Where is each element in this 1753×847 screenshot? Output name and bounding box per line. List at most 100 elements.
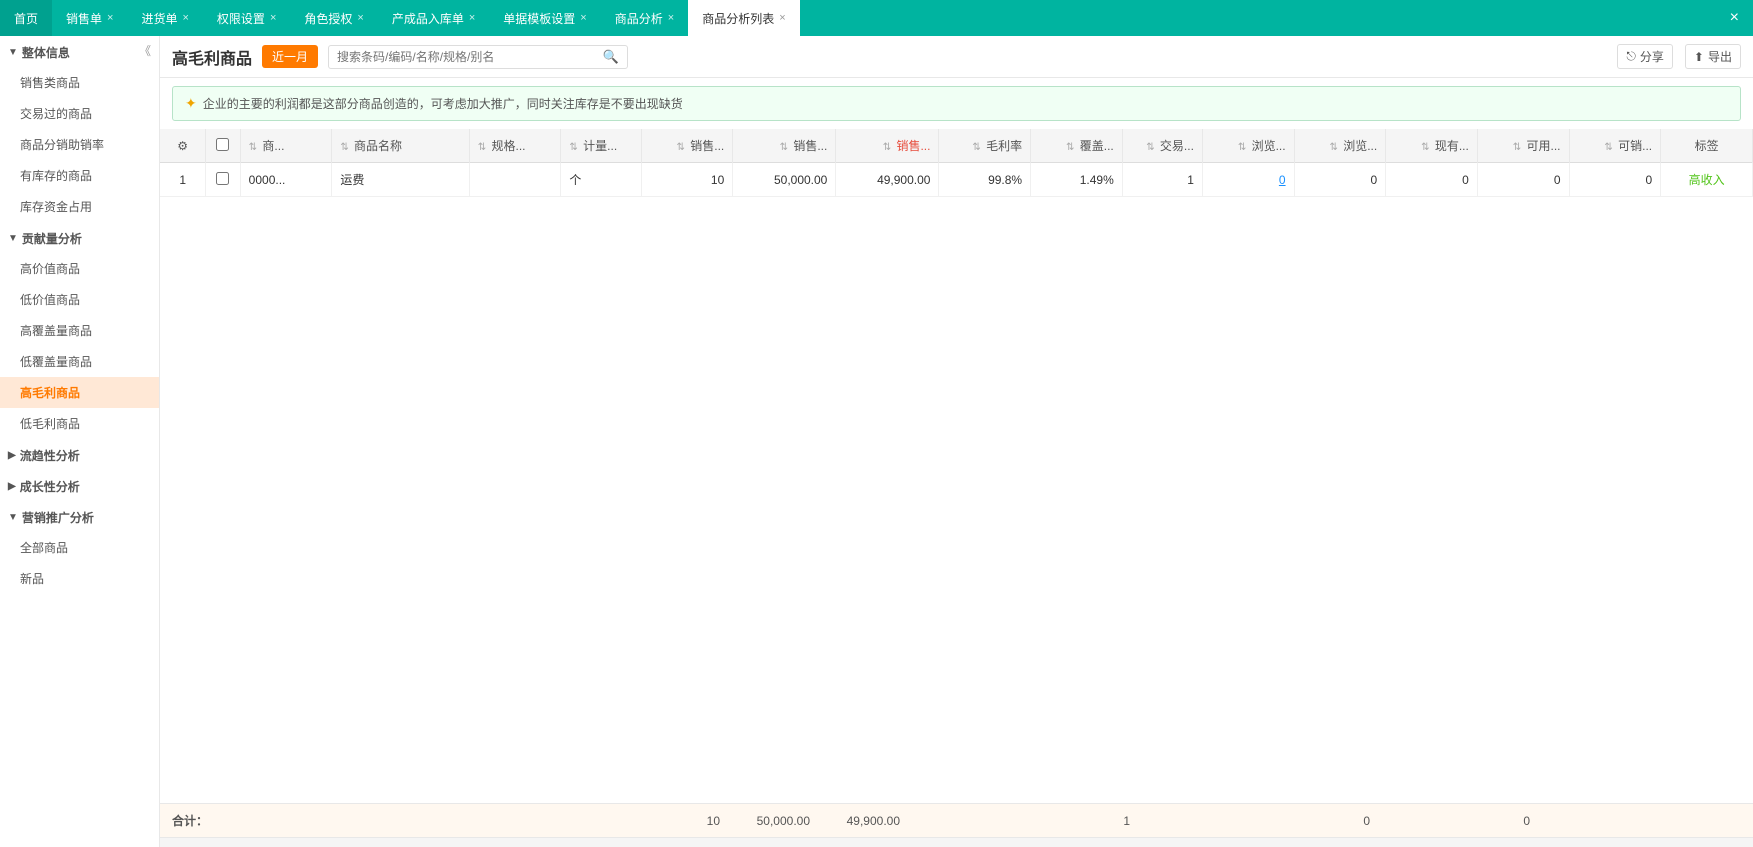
sidebar-item-in-stock[interactable]: 有库存的商品 xyxy=(0,160,159,191)
sort-icon-2[interactable]: ⇅ xyxy=(340,142,348,153)
sidebar-item-high-coverage[interactable]: 高覆盖量商品 xyxy=(0,315,159,346)
share-button[interactable]: ⎋ 分享 xyxy=(1617,44,1673,69)
sidebar-item-low-value[interactable]: 低价值商品 xyxy=(0,284,159,315)
sidebar-group-contribution[interactable]: ▼ 贡献量分析 xyxy=(0,222,159,253)
sidebar-item-distribution-rate[interactable]: 商品分销助销率 xyxy=(0,129,159,160)
time-filter-button[interactable]: 近一月 xyxy=(262,45,318,68)
nav-product-analysis-list[interactable]: 商品分析列表 × xyxy=(688,0,799,36)
sidebar-group-marketing[interactable]: ▼ 营销推广分析 xyxy=(0,501,159,532)
footer-cells: 10 50,000.00 49,900.00 1 0 0 xyxy=(228,814,1741,828)
th-settings[interactable]: ⚙ xyxy=(160,129,206,163)
nav-finished-goods[interactable]: 产成品入库单 × xyxy=(378,0,489,36)
info-banner: ✦ 企业的主要的利润都是这部分商品创造的，可考虑加大推广，同时关注库存是不要出现… xyxy=(172,86,1741,121)
th-browse1: ⇅ 浏览... xyxy=(1202,129,1294,163)
cell-cover: 1.49% xyxy=(1031,163,1123,197)
nav-permission-settings-close[interactable]: × xyxy=(270,12,276,24)
nav-template-settings[interactable]: 单据模板设置 × xyxy=(489,0,600,36)
sort-icon-7[interactable]: ⇅ xyxy=(883,142,891,153)
footer-avail1: 0 xyxy=(1298,814,1378,828)
cell-unit: 个 xyxy=(561,163,641,197)
sidebar-item-high-value[interactable]: 高价值商品 xyxy=(0,253,159,284)
nav-product-analysis[interactable]: 商品分析 × xyxy=(601,0,688,36)
cell-sales-amt: 50,000.00 xyxy=(733,163,836,197)
arrow-right-icon-2: ▶ xyxy=(8,481,16,492)
nav-home[interactable]: 首页 xyxy=(0,0,52,36)
info-icon: ✦ xyxy=(185,95,197,112)
sidebar: 《 ▼ 整体信息 销售类商品 交易过的商品 商品分销助销率 有库存的商品 库存资… xyxy=(0,36,160,847)
table-row: 1 0000... 运费 个 10 50,000.00 49,900.00 99… xyxy=(160,163,1753,197)
settings-icon[interactable]: ⚙ xyxy=(177,139,188,153)
sort-icon-5[interactable]: ⇅ xyxy=(677,142,685,153)
sidebar-item-stock-capital[interactable]: 库存资金占用 xyxy=(0,191,159,222)
sidebar-group-trend[interactable]: ▶ 流趋性分析 xyxy=(0,439,159,470)
cell-sales-profit: 49,900.00 xyxy=(836,163,939,197)
footer-sales-amt: 50,000.00 xyxy=(728,814,818,828)
content-area: 高毛利商品 近一月 🔍 ⎋ 分享 ⬆ 导出 ✦ 企业的主要的利润都是这部分商品创… xyxy=(160,36,1753,847)
select-all-checkbox[interactable] xyxy=(216,138,229,151)
data-table: ⚙ ⇅ 商... ⇅ 商品名称 xyxy=(160,129,1753,197)
nav-purchase-order-close[interactable]: × xyxy=(182,12,188,24)
nav-sales-order[interactable]: 销售单 × xyxy=(52,0,127,36)
row-checkbox[interactable] xyxy=(216,172,229,185)
nav-sales-order-close[interactable]: × xyxy=(107,12,113,24)
th-avail2: ⇅ 可用... xyxy=(1477,129,1569,163)
sidebar-item-high-margin[interactable]: 高毛利商品 xyxy=(0,377,159,408)
th-name: ⇅ 商品名称 xyxy=(332,129,469,163)
nav-product-analysis-close[interactable]: × xyxy=(668,12,674,24)
window-close-button[interactable]: × xyxy=(1716,9,1753,27)
top-nav: 首页 销售单 × 进货单 × 权限设置 × 角色授权 × 产成品入库单 × 单据… xyxy=(0,0,1753,36)
nav-finished-goods-close[interactable]: × xyxy=(469,12,475,24)
th-spec: ⇅ 规格... xyxy=(469,129,561,163)
sidebar-item-traded-goods[interactable]: 交易过的商品 xyxy=(0,98,159,129)
cell-check[interactable] xyxy=(206,163,240,197)
tag-label: 高收入 xyxy=(1689,173,1725,187)
sort-icon-6[interactable]: ⇅ xyxy=(780,142,788,153)
sidebar-group-growth[interactable]: ▶ 成长性分析 xyxy=(0,470,159,501)
th-sales-qty: ⇅ 销售... xyxy=(641,129,733,163)
sidebar-item-low-margin[interactable]: 低毛利商品 xyxy=(0,408,159,439)
nav-permission-settings[interactable]: 权限设置 × xyxy=(203,0,290,36)
cell-browse1[interactable]: 0 xyxy=(1202,163,1294,197)
arrow-down-icon-3: ▼ xyxy=(8,512,18,523)
cell-sell: 0 xyxy=(1569,163,1661,197)
sidebar-item-sales-goods[interactable]: 销售类商品 xyxy=(0,67,159,98)
nav-template-settings-close[interactable]: × xyxy=(580,12,586,24)
nav-purchase-order[interactable]: 进货单 × xyxy=(127,0,202,36)
sort-icon-11[interactable]: ⇅ xyxy=(1238,142,1246,153)
search-input[interactable] xyxy=(337,50,603,64)
sidebar-item-all-goods[interactable]: 全部商品 xyxy=(0,532,159,563)
sort-icon-9[interactable]: ⇅ xyxy=(1066,142,1074,153)
footer-sales-profit: 49,900.00 xyxy=(818,814,908,828)
th-sales-amt: ⇅ 销售... xyxy=(733,129,836,163)
th-tag: 标签 xyxy=(1661,129,1753,163)
search-icon[interactable]: 🔍 xyxy=(603,49,619,65)
nav-role-auth[interactable]: 角色授权 × xyxy=(290,0,377,36)
sort-icon[interactable]: ⇅ xyxy=(249,142,257,153)
th-avail1: ⇅ 现有... xyxy=(1386,129,1478,163)
sort-icon-8[interactable]: ⇅ xyxy=(972,142,980,153)
bottom-scrollbar[interactable] xyxy=(160,837,1753,847)
cell-sales-qty: 10 xyxy=(641,163,733,197)
sort-icon-3[interactable]: ⇅ xyxy=(478,142,486,153)
table-container[interactable]: ⚙ ⇅ 商... ⇅ 商品名称 xyxy=(160,129,1753,803)
nav-role-auth-close[interactable]: × xyxy=(357,12,363,24)
nav-product-analysis-list-close[interactable]: × xyxy=(779,12,785,24)
sidebar-collapse-button[interactable]: 《 xyxy=(135,40,155,60)
th-trans: ⇅ 交易... xyxy=(1122,129,1202,163)
header-actions: ⎋ 分享 ⬆ 导出 xyxy=(1617,44,1741,69)
sidebar-item-new-products[interactable]: 新品 xyxy=(0,563,159,594)
cell-avail2: 0 xyxy=(1477,163,1569,197)
sort-icon-14[interactable]: ⇅ xyxy=(1513,142,1521,153)
sort-icon-10[interactable]: ⇅ xyxy=(1146,142,1154,153)
content-header: 高毛利商品 近一月 🔍 ⎋ 分享 ⬆ 导出 xyxy=(160,36,1753,78)
sidebar-item-low-coverage[interactable]: 低覆盖量商品 xyxy=(0,346,159,377)
cell-spec xyxy=(469,163,561,197)
export-button[interactable]: ⬆ 导出 xyxy=(1685,44,1741,69)
sort-icon-15[interactable]: ⇅ xyxy=(1604,142,1612,153)
footer-label: 合计： xyxy=(172,812,208,829)
sort-icon-13[interactable]: ⇅ xyxy=(1421,142,1429,153)
th-checkbox[interactable] xyxy=(206,129,240,163)
sort-icon-4[interactable]: ⇅ xyxy=(569,142,577,153)
cell-code: 0000... xyxy=(240,163,332,197)
sort-icon-12[interactable]: ⇅ xyxy=(1329,142,1337,153)
